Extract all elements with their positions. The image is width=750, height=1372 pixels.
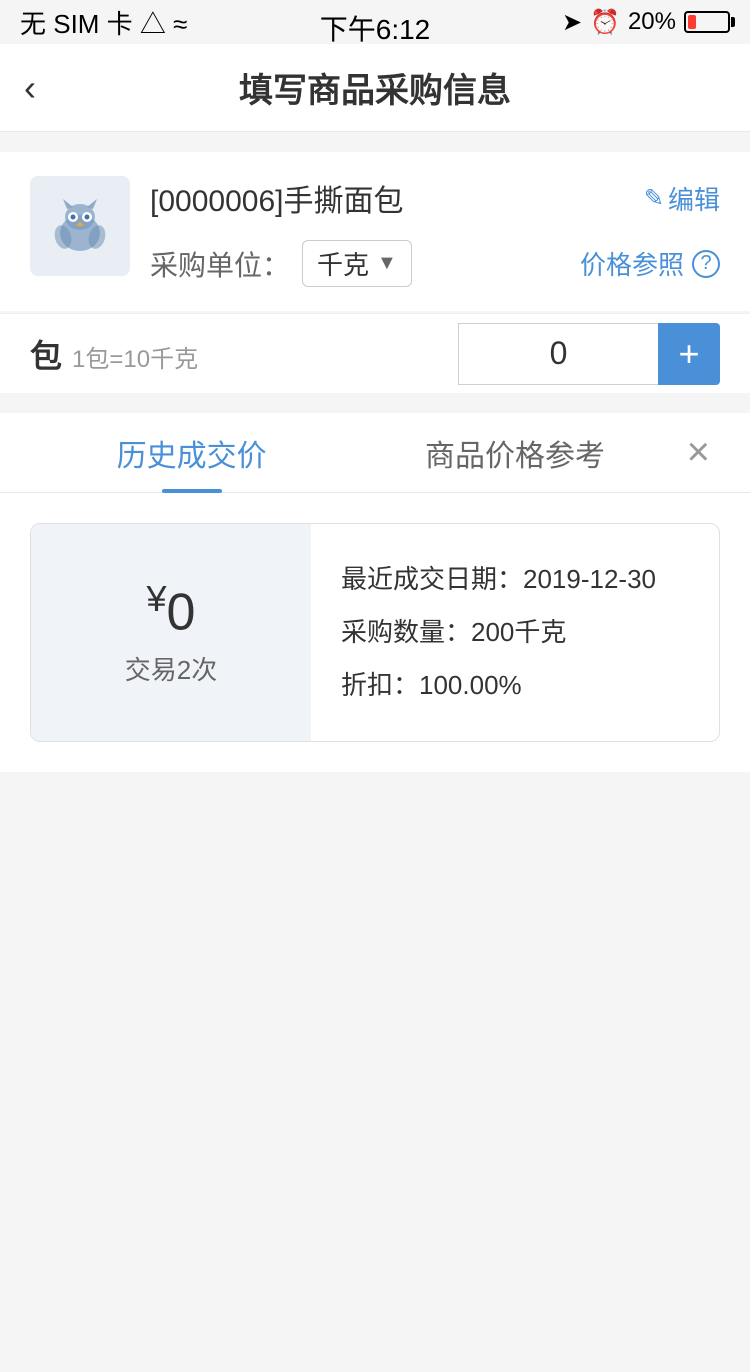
info-icon: ? [692,250,720,278]
unit-dropdown[interactable]: 千克 ▼ [302,240,412,287]
back-button[interactable]: ‹ [24,67,36,109]
quantity-section: 包 1包=10千克 0 + [0,313,750,393]
purchase-qty-row: 采购数量：200千克 [341,613,689,652]
product-thumbnail [30,176,130,276]
qty-unit-big: 包 [30,331,62,377]
page-background [0,772,750,1372]
edit-button[interactable]: ✎ 编辑 [644,180,720,217]
price-reference-button[interactable]: 价格参照 ? [580,245,720,282]
product-name: [0000006]手撕面包 [150,176,403,220]
edit-icon: ✎ [644,184,664,213]
location-icon: ➤ [562,8,582,37]
recent-date-row: 最近成交日期：2019-12-30 [341,560,689,599]
battery-percent: 20% [628,8,676,36]
currency-symbol: ¥ [147,578,167,619]
status-time: 下午6:12 [320,8,431,48]
price-card-right: 最近成交日期：2019-12-30 采购数量：200千克 折扣：100.00% [311,524,719,741]
status-bar: 无 SIM 卡 △ ≈ 下午6:12 ➤ ⏰ 20% [0,0,750,44]
qty-plus-button[interactable]: + [658,323,720,385]
battery-icon [684,11,730,33]
product-card: [0000006]手撕面包 ✎ 编辑 采购单位： 千克 ▼ 价格参照 ? [0,152,750,311]
tab-product-price-ref[interactable]: 商品价格参考 [353,413,676,493]
unit-label: 采购单位： [150,244,290,284]
unit-selector-area: 采购单位： 千克 ▼ [150,240,412,287]
product-title-row: [0000006]手撕面包 ✎ 编辑 [150,176,720,220]
qty-unit-sub: 1包=10千克 [72,339,198,374]
tab-close-button[interactable]: × [677,430,720,475]
qty-label-area: 包 1包=10千克 [30,331,198,377]
alarm-icon: ⏰ [590,8,620,37]
tab-header: 历史成交价 商品价格参考 × [0,413,750,493]
discount-row: 折扣：100.00% [341,666,689,705]
status-right: ➤ ⏰ 20% [562,8,730,37]
nav-bar: ‹ 填写商品采购信息 [0,44,750,132]
tab-section: 历史成交价 商品价格参考 × ¥0 交易2次 最近成交日期：2019-12-30… [0,413,750,772]
price-card-left: ¥0 交易2次 [31,524,311,741]
price-amount: ¥0 [147,578,196,642]
product-header: [0000006]手撕面包 ✎ 编辑 采购单位： 千克 ▼ 价格参照 ? [30,176,720,287]
dropdown-arrow-icon: ▼ [377,252,397,275]
tab-content: ¥0 交易2次 最近成交日期：2019-12-30 采购数量：200千克 折扣：… [0,493,750,772]
qty-input-area: 0 + [458,323,720,385]
trade-times: 交易2次 [125,650,217,687]
status-left: 无 SIM 卡 △ ≈ [20,4,187,41]
qty-input[interactable]: 0 [458,323,658,385]
tab-history-price[interactable]: 历史成交价 [30,413,353,493]
purchase-unit-row: 采购单位： 千克 ▼ 价格参照 ? [150,240,720,287]
price-card: ¥0 交易2次 最近成交日期：2019-12-30 采购数量：200千克 折扣：… [30,523,720,742]
page-title: 填写商品采购信息 [239,63,511,112]
product-info: [0000006]手撕面包 ✎ 编辑 采购单位： 千克 ▼ 价格参照 ? [150,176,720,287]
